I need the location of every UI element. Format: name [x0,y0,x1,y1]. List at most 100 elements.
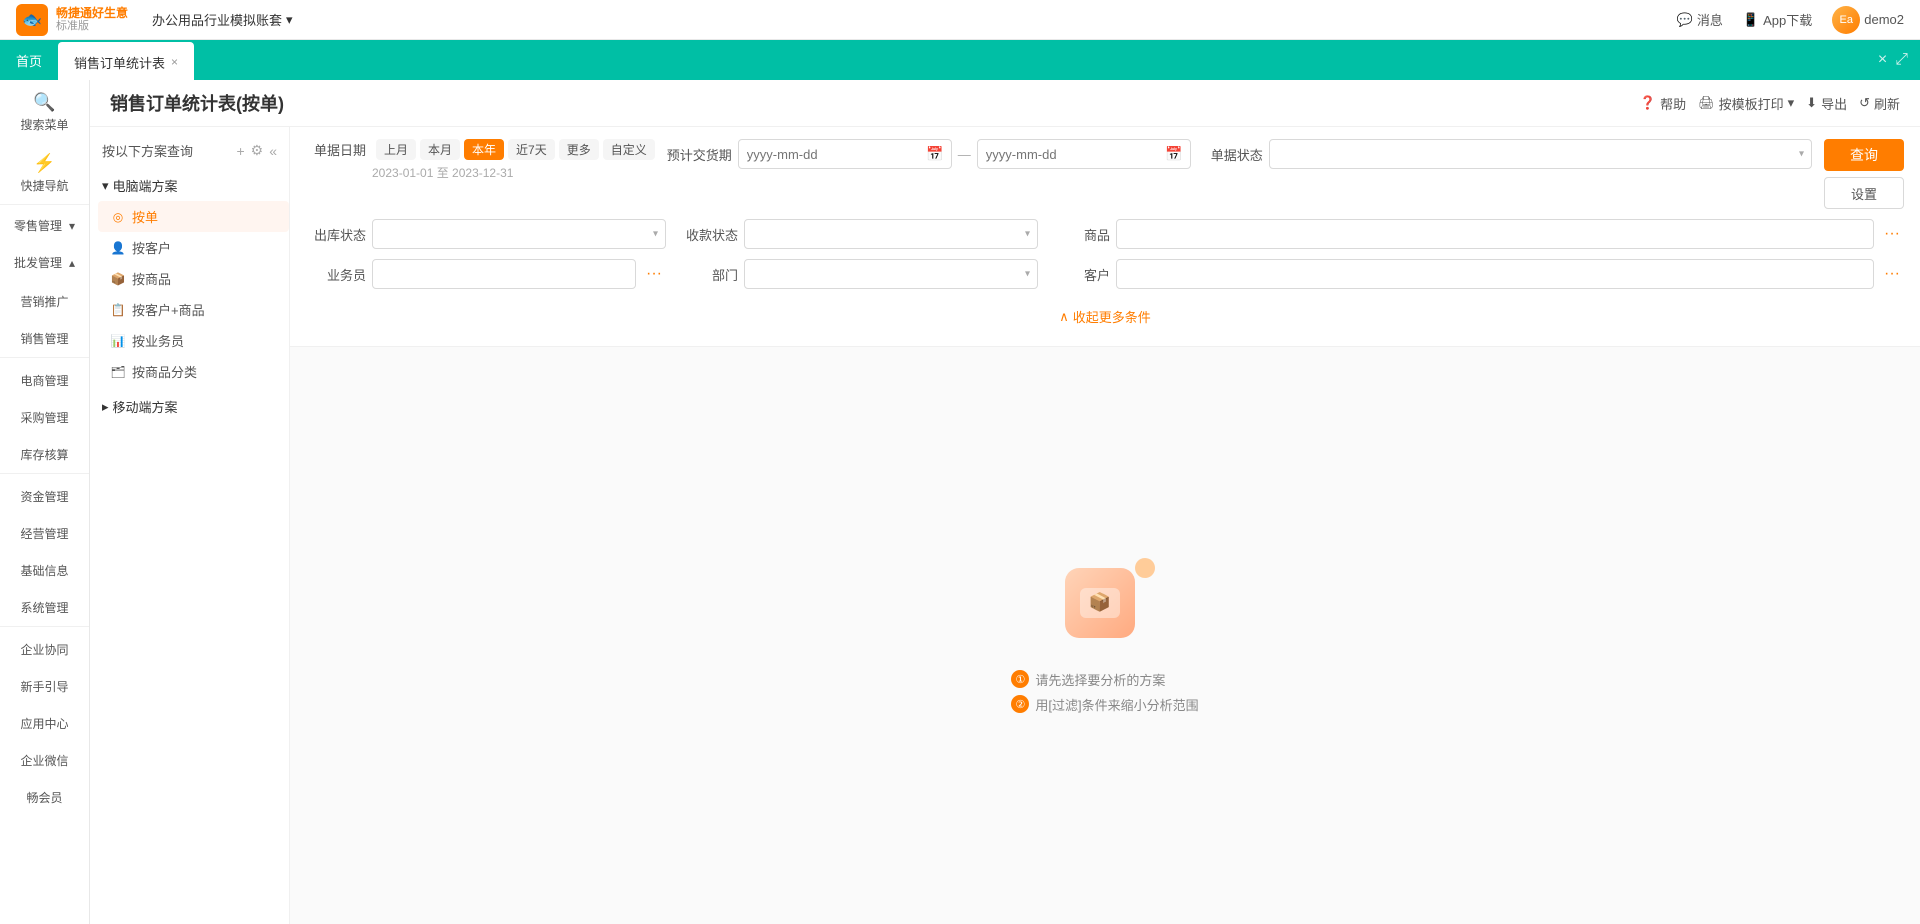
scheme-list-pc: ◎ 按单 👤 按客户 📦 按商品 📋 按客 [90,201,289,387]
template-print-label: 按模板打印 [1719,94,1784,113]
scheme-item-by-customer[interactable]: 👤 按客户 [98,232,289,263]
user-action[interactable]: Ea demo2 [1832,6,1904,34]
newguide-label: 新手引导 [20,678,68,695]
scheme-header: 按以下方案查询 + ⚙ « [90,135,289,166]
message-icon: 💬 [1677,12,1693,28]
salesman-input[interactable] [372,259,636,289]
sidebar-item-quick-nav[interactable]: ⚡ 快捷导航 [0,141,89,202]
sidebar-item-sales[interactable]: 销售管理 [0,318,89,355]
sidebar-item-search-menu[interactable]: 🔍 搜索菜单 [0,80,89,141]
marketing-label: 营销推广 [20,293,68,310]
scheme-gear-icon[interactable]: ⚙ [251,142,264,159]
sidebar-item-finance[interactable]: 资金管理 [0,476,89,513]
collapse-label: 收起更多条件 [1073,307,1151,326]
date-btn-last-month[interactable]: 上月 [376,139,416,160]
date-range-display: 2023-01-01 至 2023-12-31 [372,164,655,181]
ship-status-select[interactable] [372,219,666,249]
forecast-date-start-calendar-icon[interactable]: 📅 [926,146,943,163]
status-select[interactable] [1269,139,1812,169]
app-sub: 标准版 [56,20,128,33]
date-btn-this-year[interactable]: 本年 [464,139,504,160]
goods-ellipsis-icon[interactable]: ··· [1880,225,1904,243]
query-button[interactable]: 查询 [1824,139,1904,171]
date-btn-custom[interactable]: 自定义 [603,139,655,160]
message-action[interactable]: 💬 消息 [1677,10,1723,29]
tab-close-icon[interactable]: × [171,55,178,69]
scheme-group-mobile-arrow: ▸ [102,399,109,415]
forecast-date-start[interactable] [738,139,952,169]
search-menu-icon: 🔍 [33,92,55,113]
forecast-date-label: 预计交货期 [667,145,732,164]
ship-status-label: 出库状态 [306,225,366,244]
stock-label: 库存核算 [20,446,68,463]
template-print-btn[interactable]: 🖨 按模板打印 ▾ [1698,94,1794,113]
help-label: 帮助 [1660,94,1686,113]
sidebar-item-appcenter[interactable]: 应用中心 [0,703,89,740]
scheme-group-mobile-title[interactable]: ▸ 移动端方案 [90,391,289,422]
tab-sales-stats[interactable]: 销售订单统计表 × [58,42,194,82]
sidebar-item-sys[interactable]: 系统管理 [0,587,89,624]
enterprise-label: 企业协同 [20,641,68,658]
sidebar-item-purchase[interactable]: 采购管理 [0,397,89,434]
scheme-item-by-goods-cat[interactable]: 🗂 按商品分类 [98,356,289,387]
sidebar-item-enterprise[interactable]: 企业协同 [0,629,89,666]
receive-status-wrap: ▾ [744,219,1038,249]
sidebar-item-member[interactable]: 畅会员 [0,777,89,814]
sidebar-item-ewechat[interactable]: 企业微信 [0,740,89,777]
app-download-label: App下载 [1763,10,1812,29]
tab-home[interactable]: 首页 [0,40,58,80]
scheme-item-by-order[interactable]: ◎ 按单 [98,201,289,232]
sidebar-item-marketing[interactable]: 营销推广 [0,281,89,318]
sidebar: 🔍 搜索菜单 ⚡ 快捷导航 零售管理 ▾ 批发管理 ▴ 营销推广 销售管理 电商… [0,80,90,924]
filter-row-2: 出库状态 ▾ 收款状态 [306,219,1904,249]
dept-select[interactable] [744,259,1038,289]
goods-input[interactable] [1116,219,1874,249]
customer-input[interactable] [1116,259,1874,289]
scheme-item-by-cust-goods[interactable]: 📋 按客户+商品 [98,294,289,325]
sidebar-item-ops[interactable]: 经营管理 [0,513,89,550]
tab-home-label: 首页 [16,51,42,70]
customer-ellipsis-icon[interactable]: ··· [1880,265,1904,283]
retail-arrow-icon: ▾ [69,219,75,233]
settings-button[interactable]: 设置 [1824,177,1904,209]
refresh-btn[interactable]: ↺ 刷新 [1859,94,1900,113]
tab-bar-maximize-icon[interactable]: ⤢ [1895,51,1908,69]
sys-label: 系统管理 [20,599,68,616]
sidebar-item-basic[interactable]: 基础信息 [0,550,89,587]
sidebar-item-ecom[interactable]: 电商管理 [0,360,89,397]
sidebar-item-newguide[interactable]: 新手引导 [0,666,89,703]
date-separator: — [958,147,971,162]
collapse-row[interactable]: ∧ 收起更多条件 [306,299,1904,334]
by-goods-icon: 📦 [110,271,126,287]
app-download-action[interactable]: 📱 App下载 [1743,10,1812,29]
scheme-collapse-icon[interactable]: « [269,143,277,159]
tip-num-1: ① [1011,670,1029,688]
salesman-ellipsis-icon[interactable]: ··· [642,265,666,283]
by-salesman-icon: 📊 [110,333,126,349]
sales-label: 销售管理 [20,330,68,347]
industry-selector[interactable]: 办公用品行业模拟账套 ▾ [152,10,293,29]
forecast-date-end[interactable] [977,139,1191,169]
scheme-add-icon[interactable]: + [236,143,244,159]
empty-tips: ① 请先选择要分析的方案 ② 用[过滤]条件来缩小分析范围 [1011,670,1198,714]
scheme-group-pc-title[interactable]: ▾ 电脑端方案 [90,170,289,201]
wholesale-label: 批发管理 [14,254,62,271]
date-btn-this-month[interactable]: 本月 [420,139,460,160]
receive-status-select[interactable] [744,219,1038,249]
date-btn-7days[interactable]: 近7天 [508,139,555,160]
scheme-item-by-salesman[interactable]: 📊 按业务员 [98,325,289,356]
sidebar-item-retail[interactable]: 零售管理 ▾ [0,207,89,244]
sidebar-item-wholesale[interactable]: 批发管理 ▴ [0,244,89,281]
refresh-icon: ↺ [1859,95,1870,111]
forecast-date-start-wrap: 📅 [738,139,952,169]
sidebar-item-stock[interactable]: 库存核算 [0,434,89,471]
quick-nav-label: 快捷导航 [20,177,68,194]
help-btn[interactable]: ❓ 帮助 [1640,94,1686,113]
empty-tip-2: ② 用[过滤]条件来缩小分析范围 [1011,695,1198,714]
export-btn[interactable]: ⬇ 导出 [1806,94,1847,113]
scheme-item-by-goods[interactable]: 📦 按商品 [98,263,289,294]
tab-bar-close-icon[interactable]: × [1878,51,1887,69]
date-btn-more[interactable]: 更多 [559,139,599,160]
by-order-icon: ◎ [110,209,126,225]
forecast-date-end-calendar-icon[interactable]: 📅 [1165,146,1182,163]
